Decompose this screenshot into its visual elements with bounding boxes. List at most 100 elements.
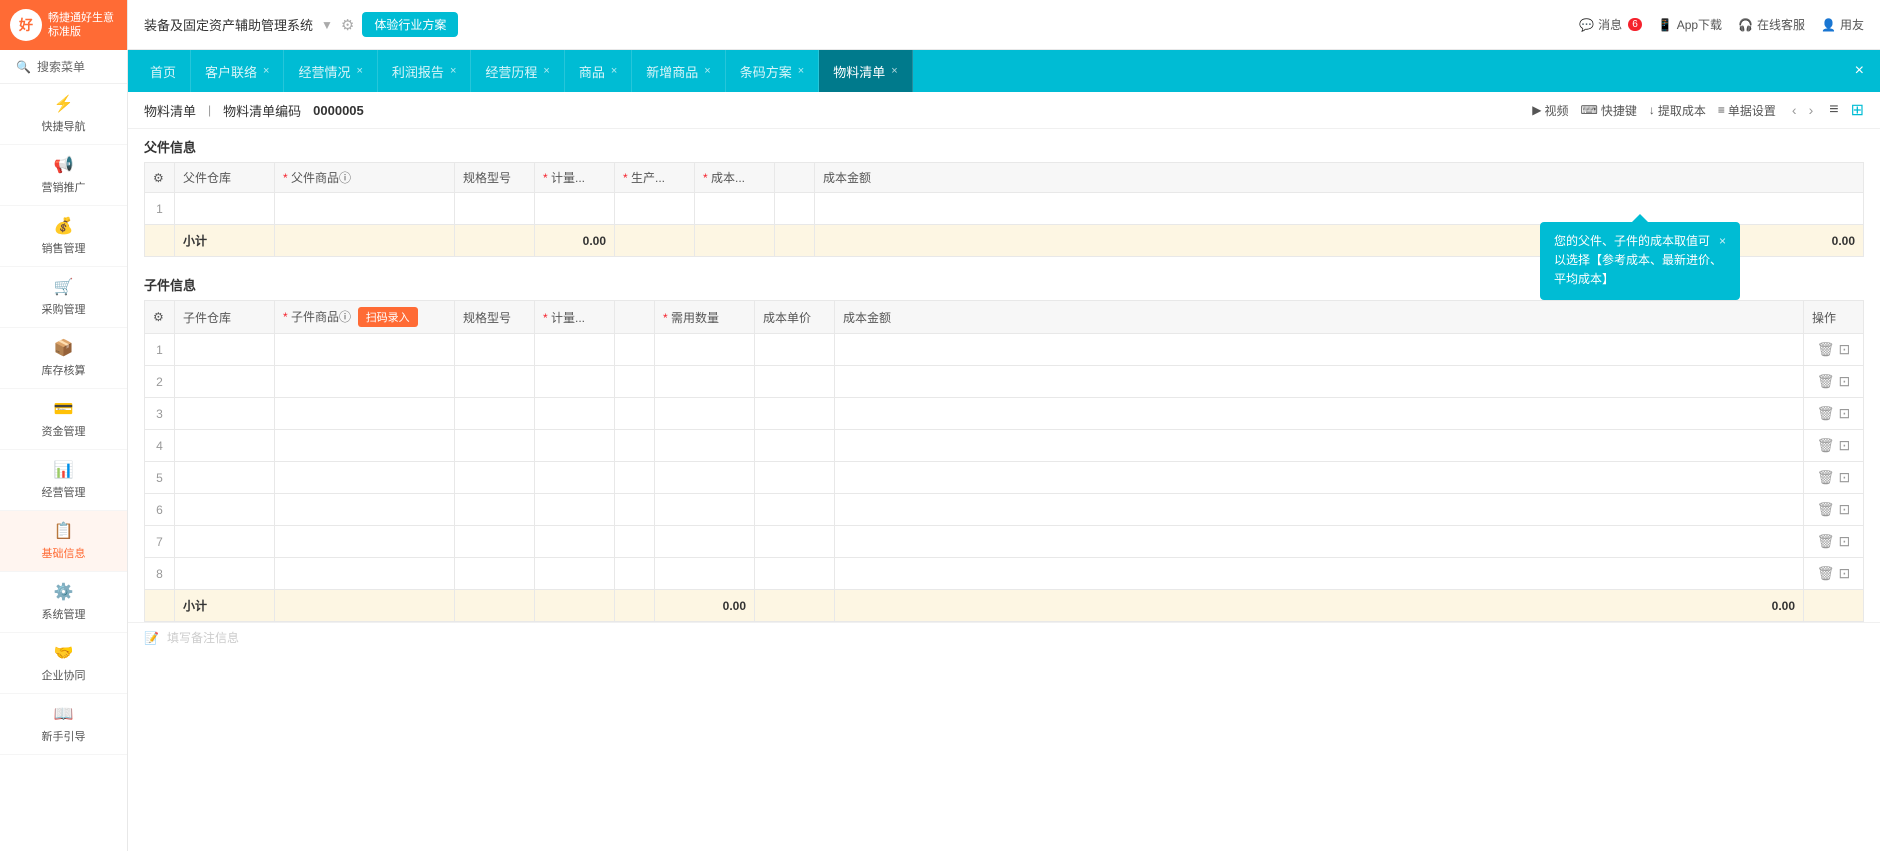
tab-home[interactable]: 首页 [136, 50, 191, 92]
sidebar-item-quicknav[interactable]: ⚡ 快捷导航 [0, 84, 127, 145]
sidebar-item-basics[interactable]: 📋 基础信息 [0, 511, 127, 572]
copy-row-5-icon[interactable]: ⊡ [1839, 469, 1851, 486]
tab-customer[interactable]: 客户联络 × [191, 50, 284, 92]
settings-icon[interactable]: ⚙ [341, 16, 354, 34]
sidebar-item-search[interactable]: 🔍 搜索菜单 [0, 50, 127, 84]
sidebar-logo: 好 畅捷通好生意 标准版 [0, 0, 127, 50]
copy-row-1-icon[interactable]: ⊡ [1839, 341, 1851, 358]
copy-row-3-icon[interactable]: ⊡ [1839, 405, 1851, 422]
child-cell-spec-1[interactable] [455, 334, 535, 366]
child-subtotal-row: 小计 0.00 0.00 [145, 590, 1864, 622]
tab-close-new-goods[interactable]: × [704, 65, 710, 77]
tab-history[interactable]: 经营历程 × [471, 50, 564, 92]
tab-close-operations[interactable]: × [356, 65, 362, 77]
tab-operations[interactable]: 经营情况 × [284, 50, 377, 92]
child-col-ops: 操作 [1804, 301, 1864, 334]
copy-row-6-icon[interactable]: ⊡ [1839, 501, 1851, 518]
sidebar-item-purchase[interactable]: 🛒 采购管理 [0, 267, 127, 328]
expand-icon[interactable]: ⊞ [1851, 100, 1864, 120]
single-setting-button[interactable]: ≡ 单据设置 [1718, 102, 1776, 119]
parent-cell-cost[interactable] [695, 193, 775, 225]
tab-close-history[interactable]: × [543, 65, 549, 77]
child-cell-unit-2[interactable] [535, 366, 615, 398]
tab-barcode[interactable]: 条码方案 × [726, 50, 819, 92]
topbar-left: 装备及固定资产辅助管理系统 ▼ ⚙ 体验行业方案 [144, 12, 458, 37]
tab-close-barcode[interactable]: × [798, 65, 804, 77]
child-cell-costunit-2 [755, 366, 835, 398]
child-cell-warehouse-2[interactable] [175, 366, 275, 398]
nav-close-all-button[interactable]: × [1847, 62, 1872, 80]
child-cell-unit-1[interactable] [535, 334, 615, 366]
delete-row-8-icon[interactable]: 🗑 [1817, 565, 1835, 582]
grid-view-icon[interactable]: ≡ [1829, 101, 1838, 119]
sidebar-item-finance[interactable]: 💳 资金管理 [0, 389, 127, 450]
delete-row-5-icon[interactable]: 🗑 [1817, 469, 1835, 486]
sidebar-item-marketing[interactable]: 📢 营销推广 [0, 145, 127, 206]
parent-cell-produce[interactable] [615, 193, 695, 225]
trial-button[interactable]: 体验行业方案 [362, 12, 458, 37]
inventory-icon: 📦 [54, 338, 74, 358]
copy-row-7-icon[interactable]: ⊡ [1839, 533, 1851, 550]
child-table-row: 2 🗑 ⊡ [145, 366, 1864, 398]
delete-row-2-icon[interactable]: 🗑 [1817, 373, 1835, 390]
child-cell-product-2[interactable] [275, 366, 455, 398]
child-cell-extra-1 [615, 334, 655, 366]
sidebar-item-system[interactable]: ⚙️ 系统管理 [0, 572, 127, 633]
child-col-settings[interactable]: ⚙ [145, 301, 175, 334]
tooltip-close-button[interactable]: × [1719, 232, 1726, 251]
copy-row-4-icon[interactable]: ⊡ [1839, 437, 1851, 454]
parent-cell-spec[interactable] [455, 193, 535, 225]
tab-profit[interactable]: 利润报告 × [378, 50, 471, 92]
child-cell-amount-1 [835, 334, 1804, 366]
app-download-button[interactable]: 📱 App下载 [1658, 16, 1722, 33]
sidebar-item-sales[interactable]: 💰 销售管理 [0, 206, 127, 267]
copy-row-2-icon[interactable]: ⊡ [1839, 373, 1851, 390]
online-service-button[interactable]: 🎧 在线客服 [1738, 16, 1805, 33]
dropdown-arrow-icon[interactable]: ▼ [321, 18, 333, 32]
breadcrumb-bom[interactable]: 物料清单 [144, 101, 196, 120]
child-cell-product-1[interactable] [275, 334, 455, 366]
system-name: 装备及固定资产辅助管理系统 [144, 15, 313, 34]
parent-cell-product[interactable] [275, 193, 455, 225]
delete-row-7-icon[interactable]: 🗑 [1817, 533, 1835, 550]
delete-row-4-icon[interactable]: 🗑 [1817, 437, 1835, 454]
note-placeholder[interactable]: 填写备注信息 [167, 629, 239, 646]
shortcut-button[interactable]: ⌨ 快捷键 [1581, 102, 1637, 119]
delete-row-6-icon[interactable]: 🗑 [1817, 501, 1835, 518]
parent-cell-unit[interactable] [535, 193, 615, 225]
sidebar-item-inventory[interactable]: 📦 库存核算 [0, 328, 127, 389]
tab-close-goods[interactable]: × [611, 65, 617, 77]
tab-new-goods[interactable]: 新增商品 × [632, 50, 725, 92]
extract-cost-button[interactable]: ↓ 提取成本 [1649, 102, 1706, 119]
scan-input-button[interactable]: 扫码录入 [358, 307, 418, 327]
child-subtotal-label: 小计 [175, 590, 275, 622]
user-menu[interactable]: 👤 用友 [1821, 16, 1864, 33]
sidebar-item-enterprise[interactable]: 🤝 企业协同 [0, 633, 127, 694]
tab-close-profit[interactable]: × [450, 65, 456, 77]
parent-col-settings[interactable]: ⚙ [145, 163, 175, 193]
child-table-row: 4 🗑⊡ [145, 430, 1864, 462]
child-cell-qty-1[interactable] [655, 334, 755, 366]
delete-row-1-icon[interactable]: 🗑 [1817, 341, 1835, 358]
sidebar-item-guide[interactable]: 📖 新手引导 [0, 694, 127, 755]
page-prev-button[interactable]: ‹ [1788, 100, 1801, 120]
tab-bom[interactable]: 物料清单 × [819, 50, 912, 92]
page-next-button[interactable]: › [1805, 100, 1818, 120]
child-cell-warehouse-1[interactable] [175, 334, 275, 366]
parent-col-cost: * 成本... [695, 163, 775, 193]
view-video-button[interactable]: ▶ 视频 [1532, 102, 1568, 119]
child-cell-spec-2[interactable] [455, 366, 535, 398]
parent-cell-warehouse[interactable] [175, 193, 275, 225]
child-cell-qty-2[interactable] [655, 366, 755, 398]
tab-goods[interactable]: 商品 × [565, 50, 632, 92]
search-icon: 🔍 [16, 60, 31, 74]
copy-row-8-icon[interactable]: ⊡ [1839, 565, 1851, 582]
tab-close-bom[interactable]: × [891, 65, 897, 77]
tab-close-customer[interactable]: × [263, 65, 269, 77]
headset-icon: 🎧 [1738, 18, 1753, 32]
message-button[interactable]: 💬 消息 6 [1579, 16, 1642, 33]
delete-row-3-icon[interactable]: 🗑 [1817, 405, 1835, 422]
sidebar-item-operations[interactable]: 📊 经营管理 [0, 450, 127, 511]
parent-col-spec: 规格型号 [455, 163, 535, 193]
child-col-product: * 子件商品ⓘ 扫码录入 [275, 301, 455, 334]
